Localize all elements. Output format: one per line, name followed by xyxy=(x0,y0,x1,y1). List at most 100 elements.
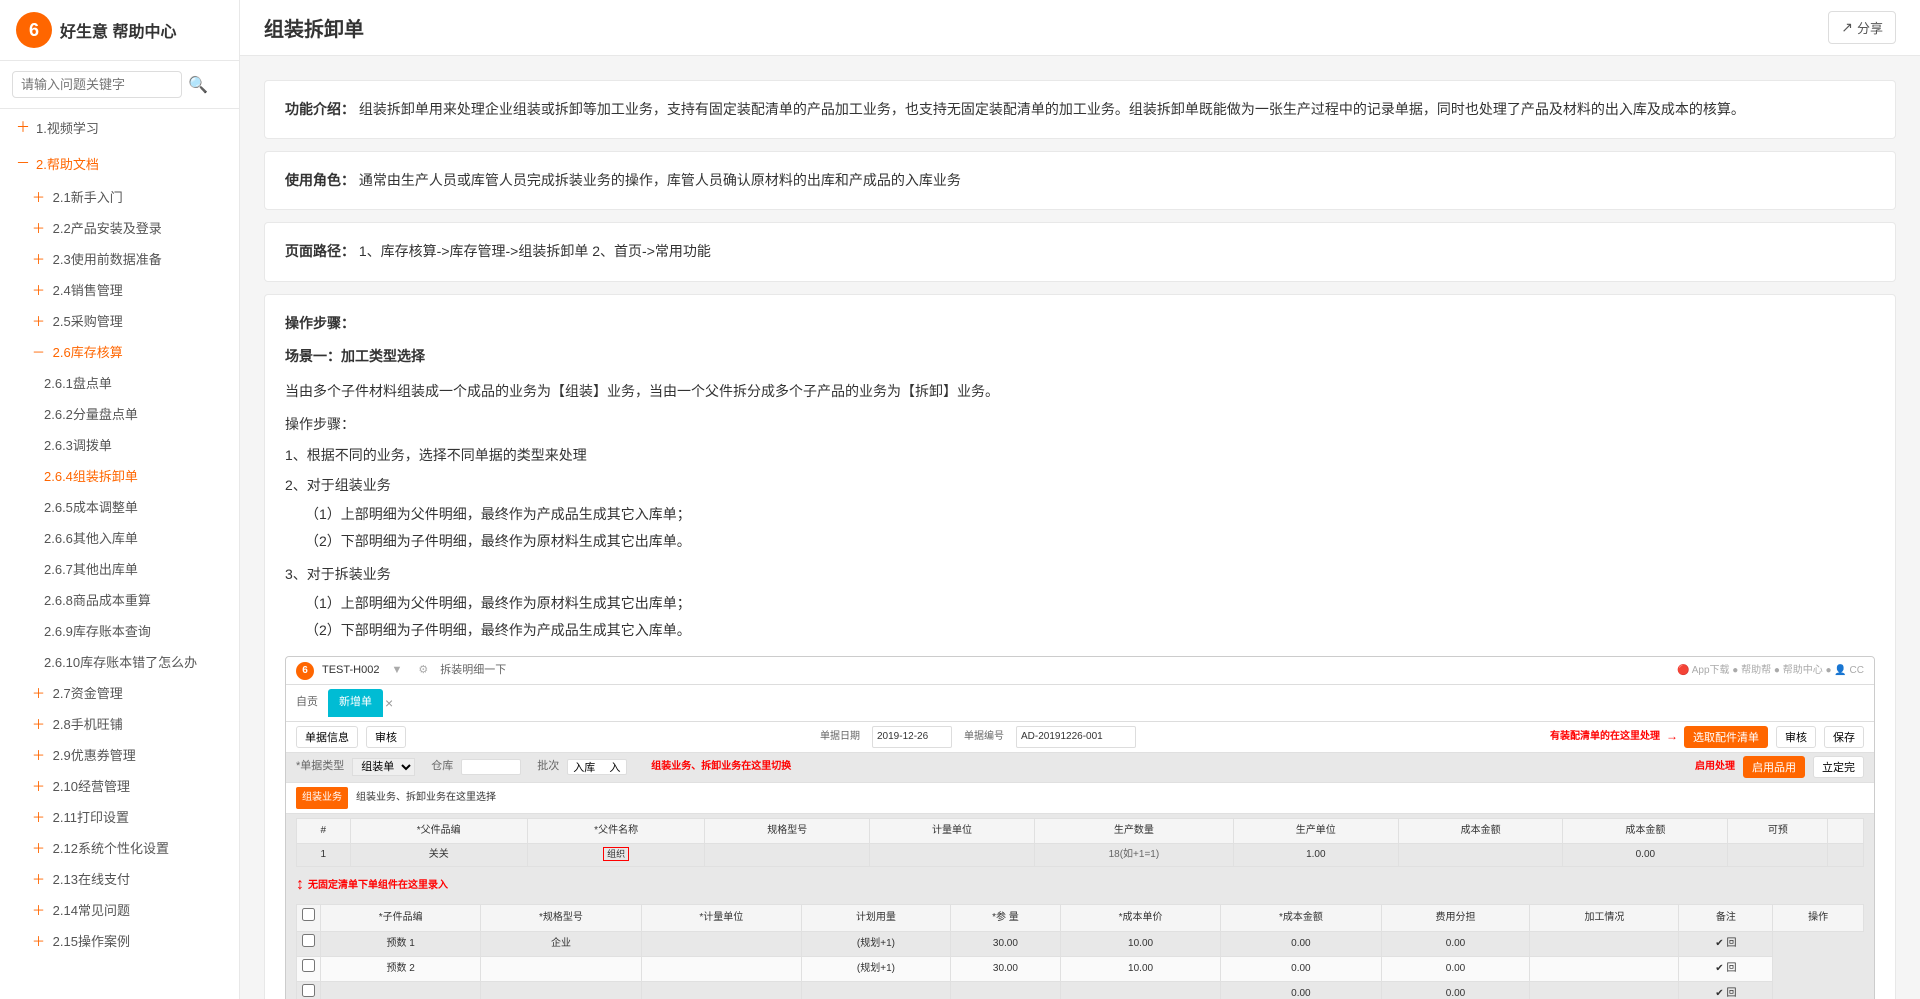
role-label: 使用角色： xyxy=(285,172,355,188)
plus-icon: ＋ xyxy=(16,117,30,137)
ss-titlebar: 6 TEST-H002 ▼ ⚙ 拆装明细一下 🔴 App下载 ● 帮助帮 ● 帮… xyxy=(286,657,1874,686)
sidebar-item-transfer[interactable]: 2.6.3调拨单 xyxy=(0,429,239,460)
search-box: 🔍 xyxy=(0,61,239,109)
func-intro-block: 功能介绍： 组装拆卸单用来处理企业组装或拆卸等加工业务，支持有固定装配清单的产品… xyxy=(264,80,1896,139)
sidebar-item-other-out[interactable]: 2.6.7其他出库单 xyxy=(0,553,239,584)
path-text: 1、库存核算->库存管理->组装拆卸单 2、首页->常用功能 xyxy=(359,243,711,259)
sidebar-item-stock-ledger[interactable]: 2.6.9库存账本查询 xyxy=(0,615,239,646)
sidebar-item-inventory[interactable]: － 2.6库存核算 xyxy=(0,336,239,367)
table-row: 预数 1 企业 (规划+1) 30.00 10.00 0.00 0.00 ✔ 回 xyxy=(297,932,1864,957)
sidebar-item-mobile[interactable]: ＋ 2.8手机旺铺 xyxy=(0,708,239,739)
sidebar: 6 好生意 帮助中心 🔍 ＋ 1.视频学习 － 2.帮助文档 ＋ 2.1新手入门… xyxy=(0,0,240,999)
sidebar-item-partialstock[interactable]: 2.6.2分量盘点单 xyxy=(0,398,239,429)
sidebar-item-install[interactable]: ＋ 2.2产品安装及登录 xyxy=(0,212,239,243)
sidebar-item-label: 1.视频学习 xyxy=(36,118,99,137)
ss-doc-type[interactable]: 组装单 拆卸单 xyxy=(352,758,415,776)
table-row: 0.00 0.00 ✔ 回 xyxy=(297,982,1864,999)
ss-close[interactable]: × xyxy=(385,691,393,716)
ss-btn-parts[interactable]: 选取配件清单 xyxy=(1684,726,1768,748)
search-input[interactable] xyxy=(12,71,182,98)
sidebar-item-purchase[interactable]: ＋ 2.5采购管理 xyxy=(0,305,239,336)
app-logo: 6 xyxy=(16,12,52,48)
ss-date-input: 2019-12-26 xyxy=(872,726,952,748)
sidebar-item-system[interactable]: ＋ 2.12系统个性化设置 xyxy=(0,832,239,863)
path-label: 页面路径： xyxy=(285,243,355,259)
sidebar-item-video[interactable]: ＋ 1.视频学习 xyxy=(0,109,239,145)
sidebar-item-cost-recalc[interactable]: 2.6.8商品成本重算 xyxy=(0,584,239,615)
plus-icon-small: ＋ xyxy=(32,190,45,205)
scene1-heading: 场景一：加工类型选择 xyxy=(285,348,425,364)
content-area: 功能介绍： 组装拆卸单用来处理企业组装或拆卸等加工业务，支持有固定装配清单的产品… xyxy=(240,56,1920,999)
step2-sub2: （2）下部明细为子件明细，最终作为原材料生成其它出库单。 xyxy=(285,529,1875,554)
step1: 1、根据不同的业务，选择不同单据的类型来处理 xyxy=(285,443,1875,468)
sidebar-item-payment[interactable]: ＋ 2.13在线支付 xyxy=(0,863,239,894)
sidebar-item-assemble[interactable]: 2.6.4组装拆卸单 xyxy=(0,460,239,491)
sidebar-item-coupon[interactable]: ＋ 2.9优惠券管理 xyxy=(0,739,239,770)
step3-sub1: （1）上部明细为父件明细，最终作为原材料生成其它出库单； xyxy=(285,591,1875,616)
table-row: 预数 2 (规划+1) 30.00 10.00 0.00 0.00 ✔ 回 xyxy=(297,957,1864,982)
share-button[interactable]: ↗ 分享 xyxy=(1828,11,1896,44)
sidebar-header: 6 好生意 帮助中心 xyxy=(0,0,239,61)
ops-heading: 操作步骤： xyxy=(285,311,1875,336)
ss-warehouse[interactable] xyxy=(461,759,521,775)
ss-upper-table: # *父件品编 *父件名称 规格型号 计量单位 生产数量 生产单位 成本金额 成… xyxy=(286,814,1874,904)
scene1-desc: 当由多个子件材料组装成一个成品的业务为【组装】业务，当由一个父件拆分成多个子产品… xyxy=(285,383,999,399)
sidebar-item-cases[interactable]: ＋ 2.15操作案例 xyxy=(0,925,239,956)
ss-company: TEST-H002 xyxy=(322,661,379,681)
sidebar-item-costadjust[interactable]: 2.6.5成本调整单 xyxy=(0,491,239,522)
ss-logo: 6 xyxy=(296,662,314,680)
sidebar-item-data-prep[interactable]: ＋ 2.3使用前数据准备 xyxy=(0,243,239,274)
minus-icon: － xyxy=(16,153,30,173)
path-block: 页面路径： 1、库存核算->库存管理->组装拆卸单 2、首页->常用功能 xyxy=(264,222,1896,281)
nav-section: ＋ 1.视频学习 － 2.帮助文档 ＋ 2.1新手入门 ＋ 2.2产品安装及登录… xyxy=(0,109,239,956)
table-row: 1 关关 组织 18(如+1=1) 1.00 0.00 xyxy=(297,844,1864,867)
sidebar-item-finance[interactable]: ＋ 2.7资金管理 xyxy=(0,677,239,708)
ss-btn-doc[interactable]: 单据信息 xyxy=(296,726,358,748)
ss-tab-new[interactable]: 新增单 xyxy=(328,689,383,717)
role-block: 使用角色： 通常由生产人员或库管人员完成拆装业务的操作，库管人员确认原材料的出库… xyxy=(264,151,1896,210)
ops-block: 操作步骤： 场景一：加工类型选择 当由多个子件材料组装成一个成品的业务为【组装】… xyxy=(264,294,1896,999)
sidebar-item-stock-fix[interactable]: 2.6.10库存账本错了怎么办 xyxy=(0,646,239,677)
func-label: 功能介绍： xyxy=(285,101,355,117)
ops-label: 操作步骤： xyxy=(285,412,1875,437)
step2-sub1: （1）上部明细为父件明细，最终作为产成品生成其它入库单； xyxy=(285,502,1875,527)
func-text: 组装拆卸单用来处理企业组装或拆卸等加工业务，支持有固定装配清单的产品加工业务，也… xyxy=(359,101,1745,117)
ss-toolbar: 单据信息 审核 单据日期 2019-12-26 单据编号 AD-20191226… xyxy=(286,722,1874,753)
sidebar-item-management[interactable]: ＋ 2.10经营管理 xyxy=(0,770,239,801)
ss-section-label: 组装业务 xyxy=(296,787,348,809)
top-bar: 组装拆卸单 ↗ 分享 xyxy=(240,0,1920,56)
ss-num-input: AD-20191226-001 xyxy=(1016,726,1136,748)
annotation3: 启用处理 xyxy=(1695,758,1735,776)
share-label: 分享 xyxy=(1857,18,1883,37)
sidebar-item-faq[interactable]: ＋ 2.14常见问题 xyxy=(0,894,239,925)
sidebar-item-print[interactable]: ＋ 2.11打印设置 xyxy=(0,801,239,832)
screenshot-container: 6 TEST-H002 ▼ ⚙ 拆装明细一下 🔴 App下载 ● 帮助帮 ● 帮… xyxy=(285,656,1875,999)
annotation2: 组装业务、拆卸业务在这里切换 xyxy=(651,758,791,776)
ss-table-lower: *子件品编 *规格型号 *计量单位 计划用量 *参 量 *成本单价 *成本金额 … xyxy=(296,904,1864,999)
ss-confirm-btn[interactable]: 立定完 xyxy=(1813,756,1864,778)
annotation1: 有装配清单的在这里处理 xyxy=(1550,728,1660,746)
app-name: 好生意 帮助中心 xyxy=(60,18,176,42)
step2: 2、对于组装业务 xyxy=(285,473,1875,498)
main-area: 组装拆卸单 ↗ 分享 功能介绍： 组装拆卸单用来处理企业组装或拆卸等加工业务，支… xyxy=(240,0,1920,999)
annotation4: 无固定清单下单组件在这里录入 xyxy=(308,877,448,895)
sidebar-item-stocktake[interactable]: 2.6.1盘点单 xyxy=(0,367,239,398)
share-icon: ↗ xyxy=(1841,19,1853,36)
sidebar-item-sales[interactable]: ＋ 2.4销售管理 xyxy=(0,274,239,305)
sidebar-item-label: 2.帮助文档 xyxy=(36,154,99,173)
ss-btn-save[interactable]: 保存 xyxy=(1824,726,1864,748)
ss-type-row: *单据类型 组装单 拆卸单 仓库 批次 组装业务、拆卸业务在这里切换 启用处理 … xyxy=(286,753,1874,783)
search-button[interactable]: 🔍 xyxy=(188,75,208,95)
ss-btn-audit2[interactable]: 审核 xyxy=(1776,726,1816,748)
ss-nav: 自贡 新增单 × xyxy=(286,685,1874,722)
ss-process-btn[interactable]: 启用品用 xyxy=(1743,756,1805,778)
ss-batch[interactable] xyxy=(567,759,627,775)
ss-section-row: 组装业务 组装业务、拆卸业务在这里选择 xyxy=(286,783,1874,814)
role-text: 通常由生产人员或库管人员完成拆装业务的操作，库管人员确认原材料的出库和产成品的入… xyxy=(359,172,961,188)
sidebar-item-newcomer[interactable]: ＋ 2.1新手入门 xyxy=(0,181,239,212)
ss-table-upper: # *父件品编 *父件名称 规格型号 计量单位 生产数量 生产单位 成本金额 成… xyxy=(296,818,1864,867)
ss-btn-audit[interactable]: 审核 xyxy=(366,726,406,748)
sidebar-item-docs[interactable]: － 2.帮助文档 xyxy=(0,145,239,181)
page-title: 组装拆卸单 xyxy=(264,13,364,42)
sidebar-item-other-in[interactable]: 2.6.6其他入库单 xyxy=(0,522,239,553)
